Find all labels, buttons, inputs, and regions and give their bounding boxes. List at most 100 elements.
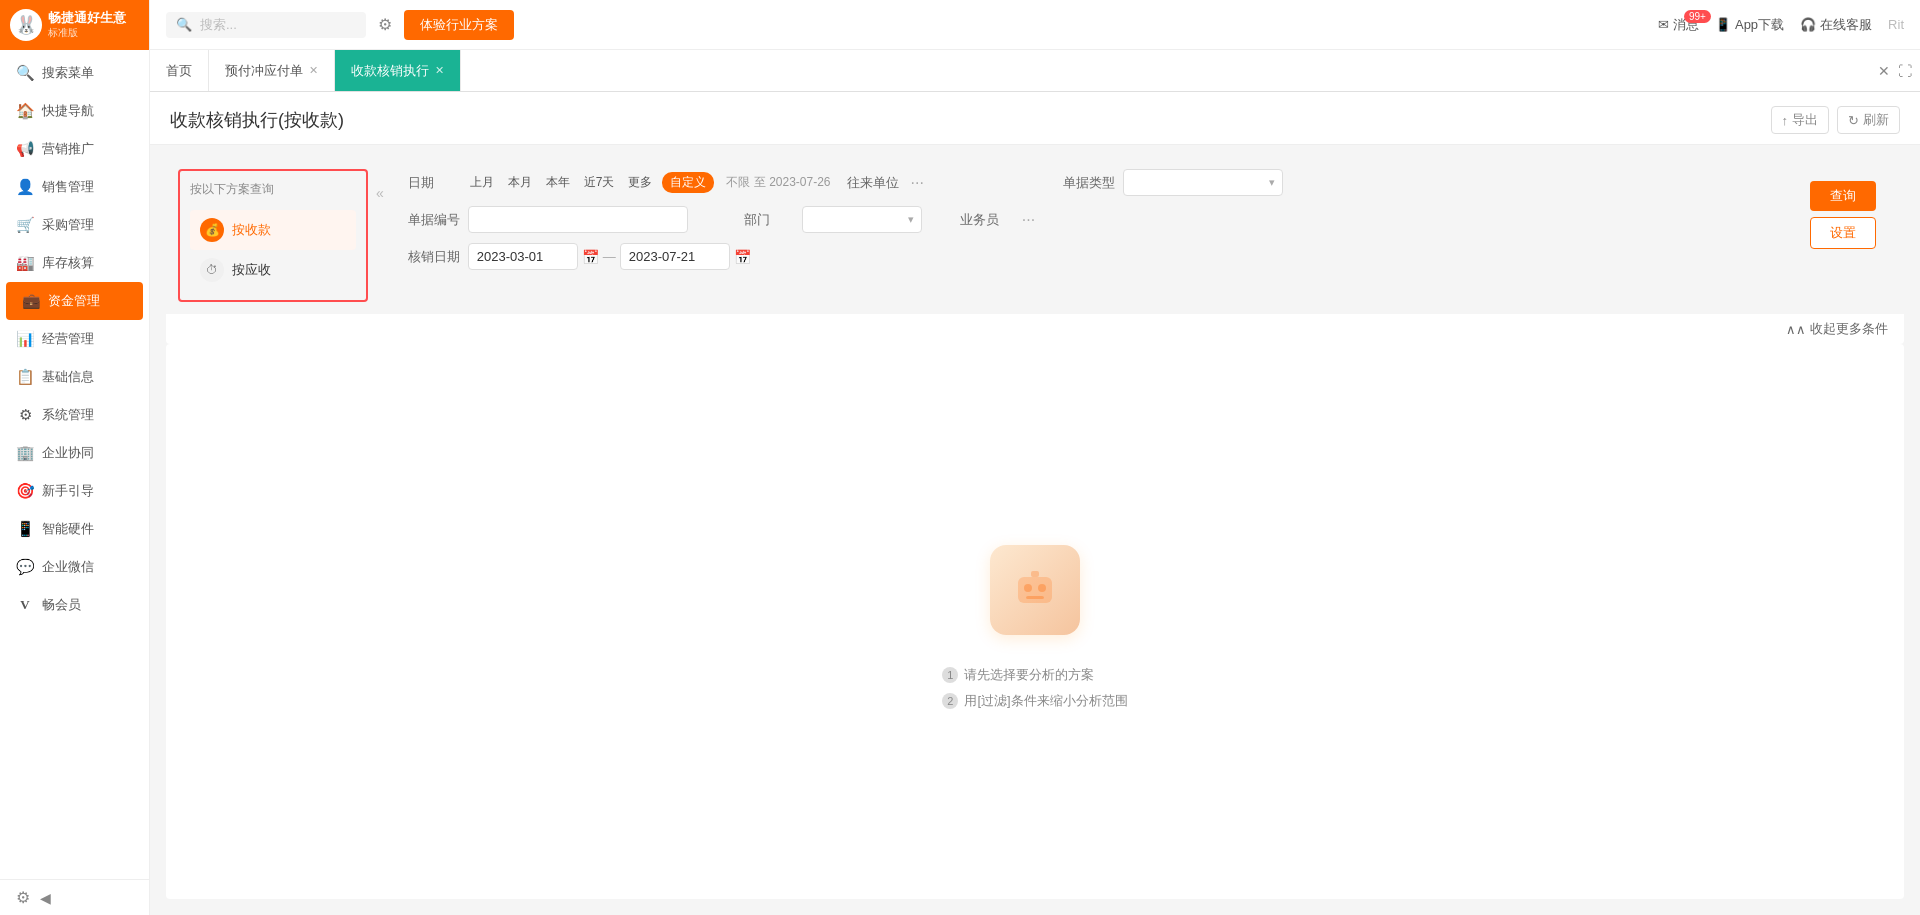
operation-icon: 📊 bbox=[16, 330, 34, 348]
sidebar-nav: 🔍 搜索菜单 🏠 快捷导航 📢 营销推广 👤 销售管理 🛒 采购管理 🏭 库存核… bbox=[0, 50, 149, 879]
sidebar-item-member[interactable]: V 畅会员 bbox=[0, 586, 149, 624]
query-button[interactable]: 查询 bbox=[1810, 181, 1876, 211]
sidebar-item-wechat[interactable]: 💬 企业微信 bbox=[0, 548, 149, 586]
sidebar-item-hardware[interactable]: 📱 智能硬件 bbox=[0, 510, 149, 548]
app-label: App下载 bbox=[1735, 16, 1784, 34]
content-area: 收款核销执行(按收款) ↑ 导出 ↻ 刷新 按以下方案查询 💰 按收款 bbox=[150, 92, 1920, 915]
empty-tips: 1 请先选择要分析的方案 2 用[过滤]条件来缩小分析范围 bbox=[942, 662, 1127, 714]
home-icon: 🏠 bbox=[16, 102, 34, 120]
sidebar-item-label: 基础信息 bbox=[42, 368, 94, 386]
sidebar-item-enterprise[interactable]: 🏢 企业协同 bbox=[0, 434, 149, 472]
verify-date-from-input[interactable] bbox=[468, 243, 578, 270]
close-tab-icon[interactable]: ✕ bbox=[1878, 63, 1890, 79]
settings-icon[interactable]: ⚙ bbox=[16, 888, 30, 907]
collapse-more-label: 收起更多条件 bbox=[1810, 320, 1888, 338]
svg-rect-3 bbox=[1026, 596, 1044, 599]
header-search-area[interactable]: 🔍 搜索... bbox=[166, 12, 366, 38]
calendar-icon[interactable]: 📅 bbox=[582, 249, 599, 265]
sidebar-item-label: 经营管理 bbox=[42, 330, 94, 348]
filter-option-by-receivable[interactable]: ⏱ 按应收 bbox=[190, 250, 356, 290]
sidebar-item-basic[interactable]: 📋 基础信息 bbox=[0, 358, 149, 396]
filter-option-by-receipt[interactable]: 💰 按收款 bbox=[190, 210, 356, 250]
inventory-icon: 🏭 bbox=[16, 254, 34, 272]
sidebar-item-marketing[interactable]: 📢 营销推广 bbox=[0, 130, 149, 168]
tab-receipt-label: 收款核销执行 bbox=[351, 62, 429, 80]
sidebar-item-operation[interactable]: 📊 经营管理 bbox=[0, 320, 149, 358]
sidebar-item-search[interactable]: 🔍 搜索菜单 bbox=[0, 54, 149, 92]
dept-select-wrap bbox=[802, 206, 922, 233]
sidebar-item-label: 企业协同 bbox=[42, 444, 94, 462]
filter-row-3: 核销日期 📅 — 📅 bbox=[408, 243, 1794, 270]
collapse-filter-button[interactable]: « bbox=[368, 177, 392, 209]
sidebar-item-purchase[interactable]: 🛒 采购管理 bbox=[0, 206, 149, 244]
dept-field: 部门 bbox=[744, 206, 944, 233]
dept-select[interactable] bbox=[802, 206, 922, 233]
gear-icon[interactable]: ⚙ bbox=[378, 15, 392, 34]
tab-receipt[interactable]: 收款核销执行 ✕ bbox=[335, 50, 461, 91]
sidebar-item-guide[interactable]: 🎯 新手引导 bbox=[0, 472, 149, 510]
setting-button[interactable]: 设置 bbox=[1810, 217, 1876, 249]
sidebar-item-label: 智能硬件 bbox=[42, 520, 94, 538]
empty-tip-2: 2 用[过滤]条件来缩小分析范围 bbox=[942, 688, 1127, 714]
sidebar-item-nav[interactable]: 🏠 快捷导航 bbox=[0, 92, 149, 130]
collapse-more-button[interactable]: ∧∧ 收起更多条件 bbox=[166, 314, 1904, 344]
export-label: 导出 bbox=[1792, 111, 1818, 129]
date-range-display: 不限 至 2023-07-26 bbox=[726, 174, 830, 191]
sidebar-item-finance[interactable]: 💼 资金管理 bbox=[6, 282, 143, 320]
bill-type-select[interactable] bbox=[1123, 169, 1283, 196]
app-download-button[interactable]: 📱 App下载 bbox=[1715, 16, 1784, 34]
filter-sidebar-title: 按以下方案查询 bbox=[190, 181, 356, 202]
sidebar-item-inventory[interactable]: 🏭 库存核算 bbox=[0, 244, 149, 282]
empty-robot-icon bbox=[1010, 565, 1060, 615]
svg-rect-0 bbox=[1018, 577, 1052, 603]
enterprise-icon: 🏢 bbox=[16, 444, 34, 462]
tip1-label: 请先选择要分析的方案 bbox=[964, 662, 1094, 688]
close-icon[interactable]: ✕ bbox=[435, 64, 444, 77]
refresh-button[interactable]: ↻ 刷新 bbox=[1837, 106, 1900, 134]
sidebar-item-label: 快捷导航 bbox=[42, 102, 94, 120]
verify-date-to-input[interactable] bbox=[620, 243, 730, 270]
tab-home[interactable]: 首页 bbox=[150, 50, 209, 91]
bill-no-label: 单据编号 bbox=[408, 211, 460, 229]
bill-no-input[interactable] bbox=[468, 206, 688, 233]
plan-button[interactable]: 体验行业方案 bbox=[404, 10, 514, 40]
verify-date-field: 核销日期 📅 — 📅 bbox=[408, 243, 751, 270]
close-icon[interactable]: ✕ bbox=[309, 64, 318, 77]
dept-label: 部门 bbox=[744, 211, 794, 229]
date-btn-this-month[interactable]: 本月 bbox=[504, 172, 536, 193]
sidebar-item-label: 搜索菜单 bbox=[42, 64, 94, 82]
date-btn-7days[interactable]: 近7天 bbox=[580, 172, 619, 193]
date-field: 日期 上月 本月 本年 近7天 更多 自定义 不限 至 2023-07-26 bbox=[408, 172, 831, 193]
date-options: 上月 本月 本年 近7天 更多 自定义 不限 至 2023-07-26 bbox=[466, 172, 831, 193]
sidebar-item-label: 系统管理 bbox=[42, 406, 94, 424]
export-button[interactable]: ↑ 导出 bbox=[1771, 106, 1830, 134]
receivable-icon: ⏱ bbox=[200, 258, 224, 282]
staff-dots[interactable]: ··· bbox=[1018, 211, 1039, 229]
service-button[interactable]: 🎧 在线客服 bbox=[1800, 16, 1872, 34]
date-btn-more[interactable]: 更多 bbox=[624, 172, 656, 193]
calendar-icon-2[interactable]: 📅 bbox=[734, 249, 751, 265]
bill-type-field: 单据类型 bbox=[1063, 169, 1283, 196]
partner-dots[interactable]: ··· bbox=[907, 174, 928, 192]
message-button[interactable]: ✉ 消息 99+ bbox=[1658, 16, 1699, 34]
date-btn-this-year[interactable]: 本年 bbox=[542, 172, 574, 193]
date-btn-custom[interactable]: 自定义 bbox=[662, 172, 714, 193]
sidebar-bottom: ⚙ ◀ bbox=[0, 879, 149, 915]
service-icon: 🎧 bbox=[1800, 17, 1816, 32]
sidebar-item-system[interactable]: ⚙ 系统管理 bbox=[0, 396, 149, 434]
expand-icon[interactable]: ⛶ bbox=[1898, 63, 1912, 79]
member-icon: V bbox=[16, 597, 34, 613]
date-btn-last-month[interactable]: 上月 bbox=[466, 172, 498, 193]
sidebar-item-sales[interactable]: 👤 销售管理 bbox=[0, 168, 149, 206]
page-title: 收款核销执行(按收款) bbox=[170, 108, 344, 132]
purchase-icon: 🛒 bbox=[16, 216, 34, 234]
collapse-sidebar-icon[interactable]: ◀ bbox=[40, 890, 51, 906]
filter-right-actions: 查询 设置 bbox=[1810, 169, 1888, 261]
tab-prepay[interactable]: 预付冲应付单 ✕ bbox=[209, 50, 335, 91]
top-header: 🔍 搜索... ⚙ 体验行业方案 ✉ 消息 99+ 📱 App下载 🎧 在线客服… bbox=[150, 0, 1920, 50]
search-icon: 🔍 bbox=[176, 17, 192, 32]
basic-icon: 📋 bbox=[16, 368, 34, 386]
header-actions: ✉ 消息 99+ 📱 App下载 🎧 在线客服 Rit bbox=[1658, 16, 1904, 34]
svg-rect-4 bbox=[1031, 571, 1039, 577]
filter-form: 日期 上月 本月 本年 近7天 更多 自定义 不限 至 2023-07-26 bbox=[392, 157, 1904, 314]
